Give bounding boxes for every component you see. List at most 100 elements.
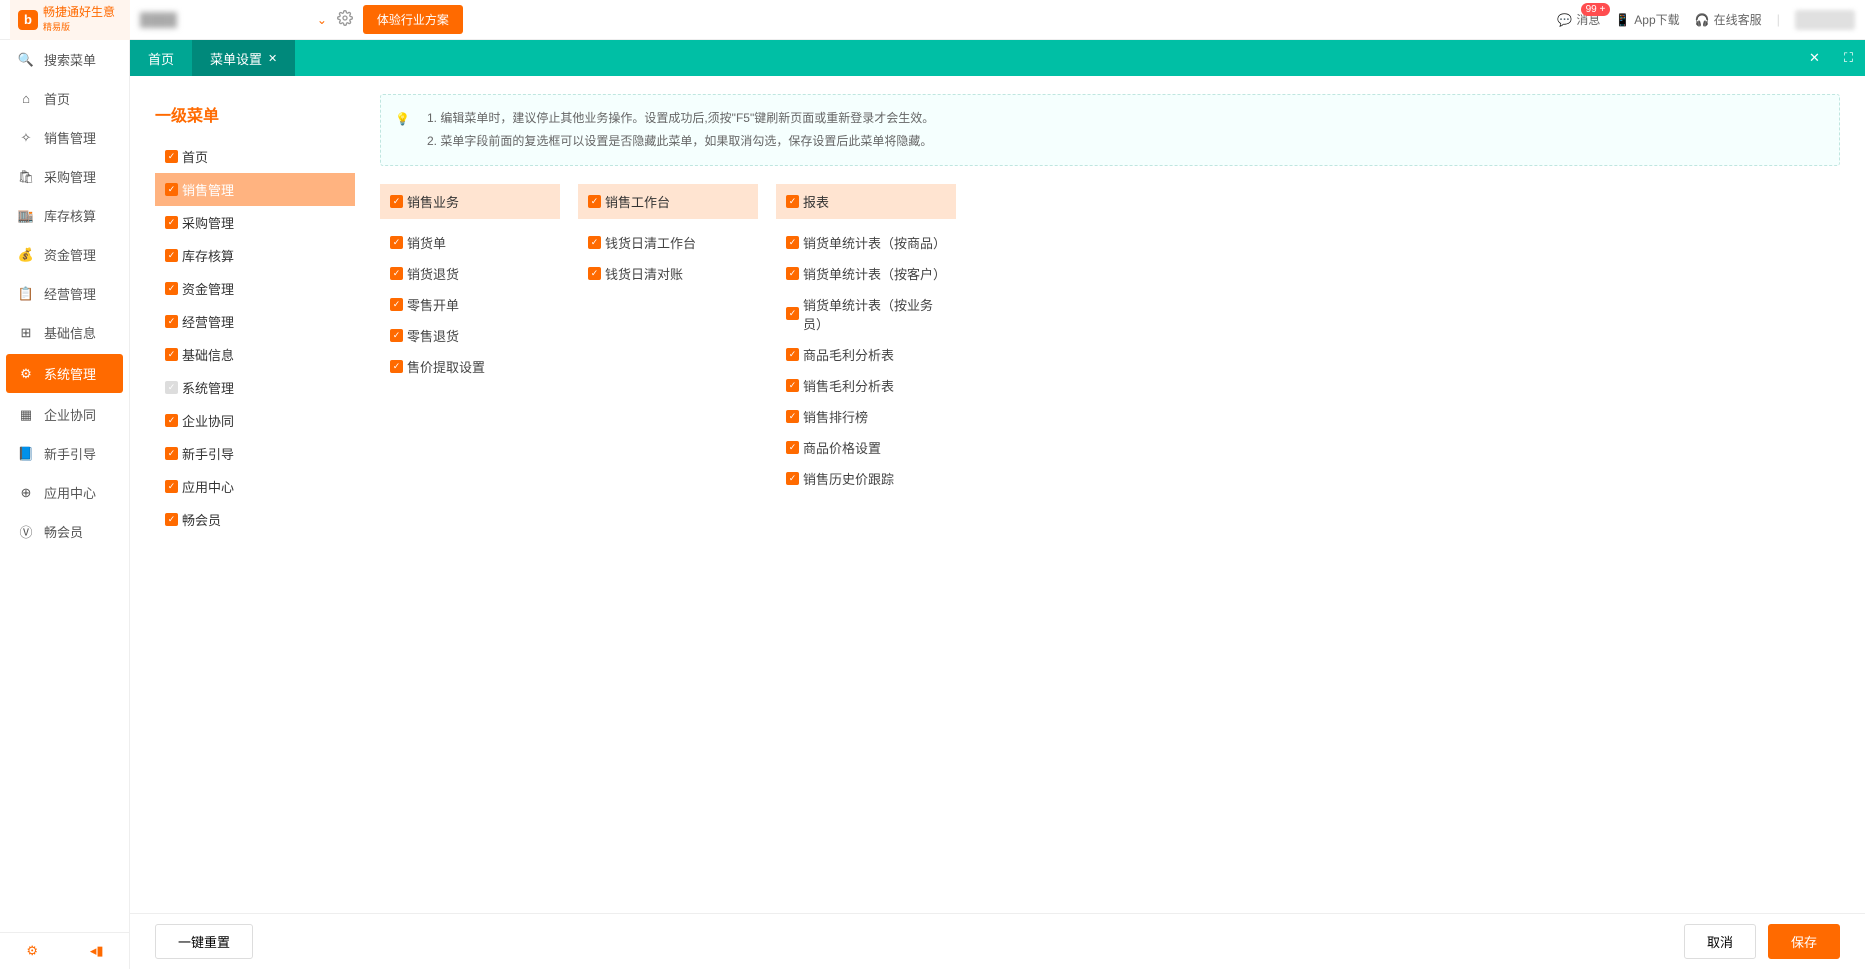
group-item[interactable]: ✓零售开单 bbox=[390, 289, 550, 320]
group-item[interactable]: ✓零售退货 bbox=[390, 320, 550, 351]
checkbox-icon[interactable]: ✓ bbox=[165, 381, 178, 394]
checkbox-icon[interactable]: ✓ bbox=[588, 195, 601, 208]
checkbox-icon[interactable]: ✓ bbox=[786, 472, 799, 485]
menu-item-label: 畅会员 bbox=[182, 510, 221, 529]
checkbox-icon[interactable]: ✓ bbox=[588, 267, 601, 280]
user-info[interactable] bbox=[1795, 10, 1855, 30]
tab-close-icon[interactable]: ✕ bbox=[268, 52, 277, 65]
group-item-label: 销售毛利分析表 bbox=[803, 376, 894, 395]
cancel-button[interactable]: 取消 bbox=[1684, 924, 1756, 959]
sidebar-item-6[interactable]: 📋经营管理 bbox=[0, 274, 129, 313]
group-item[interactable]: ✓销货单 bbox=[390, 227, 550, 258]
menu-item-10[interactable]: ✓应用中心 bbox=[155, 470, 355, 503]
group-item[interactable]: ✓销售排行榜 bbox=[786, 401, 946, 432]
gear-icon[interactable] bbox=[337, 10, 353, 29]
checkbox-icon[interactable]: ✓ bbox=[786, 267, 799, 280]
menu-item-1[interactable]: ✓销售管理 bbox=[155, 173, 355, 206]
group-item[interactable]: ✓ 钱货日清工作台 bbox=[588, 227, 748, 258]
close-tab-icon[interactable]: ✕ bbox=[1797, 40, 1832, 76]
sidebar-item-11[interactable]: ⊕应用中心 bbox=[0, 473, 129, 512]
menu-item-5[interactable]: ✓经营管理 bbox=[155, 305, 355, 338]
checkbox-icon[interactable]: ✓ bbox=[165, 183, 178, 196]
group-item[interactable]: ✓销货退货 bbox=[390, 258, 550, 289]
sidebar-label: 经营管理 bbox=[44, 284, 96, 303]
tab-1[interactable]: 菜单设置✕ bbox=[192, 40, 295, 76]
sidebar-item-8[interactable]: ⚙系统管理 bbox=[6, 354, 123, 393]
sidebar-item-7[interactable]: ⊞基础信息 bbox=[0, 313, 129, 352]
sidebar-item-12[interactable]: Ⓥ畅会员 bbox=[0, 512, 129, 551]
checkbox-icon[interactable]: ✓ bbox=[786, 348, 799, 361]
sidebar-item-9[interactable]: ▦企业协同 bbox=[0, 395, 129, 434]
menu-item-7[interactable]: ✓系统管理 bbox=[155, 371, 355, 404]
checkbox-icon[interactable]: ✓ bbox=[588, 236, 601, 249]
sidebar-item-0[interactable]: 🔍搜索菜单 bbox=[0, 40, 129, 79]
checkbox-icon[interactable]: ✓ bbox=[786, 379, 799, 392]
group-item[interactable]: ✓钱货日清对账 bbox=[588, 258, 748, 289]
checkbox-icon[interactable]: ✓ bbox=[165, 282, 178, 295]
checkbox-icon[interactable]: ✓ bbox=[165, 447, 178, 460]
menu-item-3[interactable]: ✓ 库存核算 bbox=[155, 239, 355, 272]
group-header[interactable]: ✓报表 bbox=[776, 184, 956, 219]
checkbox-icon[interactable]: ✓ bbox=[165, 249, 178, 262]
checkbox-icon[interactable]: ✓ bbox=[786, 236, 799, 249]
industry-button[interactable]: 体验行业方案 bbox=[363, 5, 463, 34]
checkbox-icon[interactable]: ✓ bbox=[165, 216, 178, 229]
messages-link[interactable]: 💬 消息 99 + bbox=[1557, 11, 1600, 28]
checkbox-icon[interactable]: ✓ bbox=[165, 150, 178, 163]
menu-item-4[interactable]: ✓资金管理 bbox=[155, 272, 355, 305]
sidebar-icon-12: Ⓥ bbox=[18, 522, 34, 541]
checkbox-icon[interactable]: ✓ bbox=[786, 410, 799, 423]
checkbox-icon[interactable]: ✓ bbox=[165, 315, 178, 328]
checkbox-icon[interactable]: ✓ bbox=[390, 195, 403, 208]
group-item[interactable]: ✓销售历史价跟踪 bbox=[786, 463, 946, 494]
group-header[interactable]: ✓销售业务 bbox=[380, 184, 560, 219]
tab-0[interactable]: 首页 bbox=[130, 40, 192, 76]
checkbox-icon[interactable]: ✓ bbox=[165, 480, 178, 493]
menu-item-label: 库存核算 bbox=[182, 246, 234, 265]
group-1: ✓销售工作台✓钱货日清工作台✓钱货日清对账 bbox=[578, 184, 758, 297]
checkbox-icon[interactable]: ✓ bbox=[390, 329, 403, 342]
checkbox-icon[interactable]: ✓ bbox=[390, 267, 403, 280]
checkbox-icon[interactable]: ✓ bbox=[165, 414, 178, 427]
menu-item-6[interactable]: ✓基础信息 bbox=[155, 338, 355, 371]
sidebar-item-5[interactable]: 💰资金管理 bbox=[0, 235, 129, 274]
checkbox-icon[interactable]: ✓ bbox=[390, 236, 403, 249]
group-item[interactable]: ✓商品价格设置 bbox=[786, 432, 946, 463]
checkbox-icon[interactable]: ✓ bbox=[786, 195, 799, 208]
menu-item-0[interactable]: ✓首页 bbox=[155, 140, 355, 173]
online-service-link[interactable]: 🎧 在线客服 bbox=[1695, 11, 1762, 28]
group-item[interactable]: ✓售价提取设置 bbox=[390, 351, 550, 382]
group-item[interactable]: ✓销货单统计表（按客户） bbox=[786, 258, 946, 289]
settings-icon[interactable]: ⚙ bbox=[0, 933, 65, 969]
chevron-down-icon[interactable]: ⌄ bbox=[317, 13, 327, 27]
menu-item-8[interactable]: ✓企业协同 bbox=[155, 404, 355, 437]
sidebar-item-3[interactable]: 🛍采购管理 bbox=[0, 157, 129, 196]
reset-button[interactable]: 一键重置 bbox=[155, 924, 253, 959]
checkbox-icon[interactable]: ✓ bbox=[165, 348, 178, 361]
checkbox-icon[interactable]: ✓ bbox=[390, 360, 403, 373]
checkbox-icon[interactable]: ✓ bbox=[390, 298, 403, 311]
company-selector[interactable]: ████ bbox=[140, 12, 177, 27]
fullscreen-icon[interactable]: ⛶ bbox=[1832, 40, 1865, 76]
app-download-link[interactable]: 📱 App下载 bbox=[1615, 11, 1679, 28]
sidebar-label: 企业协同 bbox=[44, 405, 96, 424]
checkbox-icon[interactable]: ✓ bbox=[165, 513, 178, 526]
menu-item-11[interactable]: ✓ 畅会员 bbox=[155, 503, 355, 536]
sidebar-label: 资金管理 bbox=[44, 245, 96, 264]
menu-item-2[interactable]: ✓采购管理 bbox=[155, 206, 355, 239]
sidebar-item-4[interactable]: 🏬库存核算 bbox=[0, 196, 129, 235]
save-button[interactable]: 保存 bbox=[1768, 924, 1840, 959]
sidebar-item-10[interactable]: 📘新手引导 bbox=[0, 434, 129, 473]
checkbox-icon[interactable]: ✓ bbox=[786, 307, 799, 320]
group-item[interactable]: ✓商品毛利分析表 bbox=[786, 339, 946, 370]
sidebar-item-2[interactable]: ✧销售管理 bbox=[0, 118, 129, 157]
group-item-label: 钱货日清工作台 bbox=[605, 233, 696, 252]
menu-item-9[interactable]: ✓新手引导 bbox=[155, 437, 355, 470]
group-item[interactable]: ✓销货单统计表（按业务员） bbox=[786, 289, 946, 339]
group-header[interactable]: ✓销售工作台 bbox=[578, 184, 758, 219]
group-item[interactable]: ✓ 销售毛利分析表 bbox=[786, 370, 946, 401]
group-item[interactable]: ✓销货单统计表（按商品） bbox=[786, 227, 946, 258]
collapse-icon[interactable]: ◂▮ bbox=[65, 933, 130, 969]
checkbox-icon[interactable]: ✓ bbox=[786, 441, 799, 454]
sidebar-item-1[interactable]: ⌂首页 bbox=[0, 79, 129, 118]
